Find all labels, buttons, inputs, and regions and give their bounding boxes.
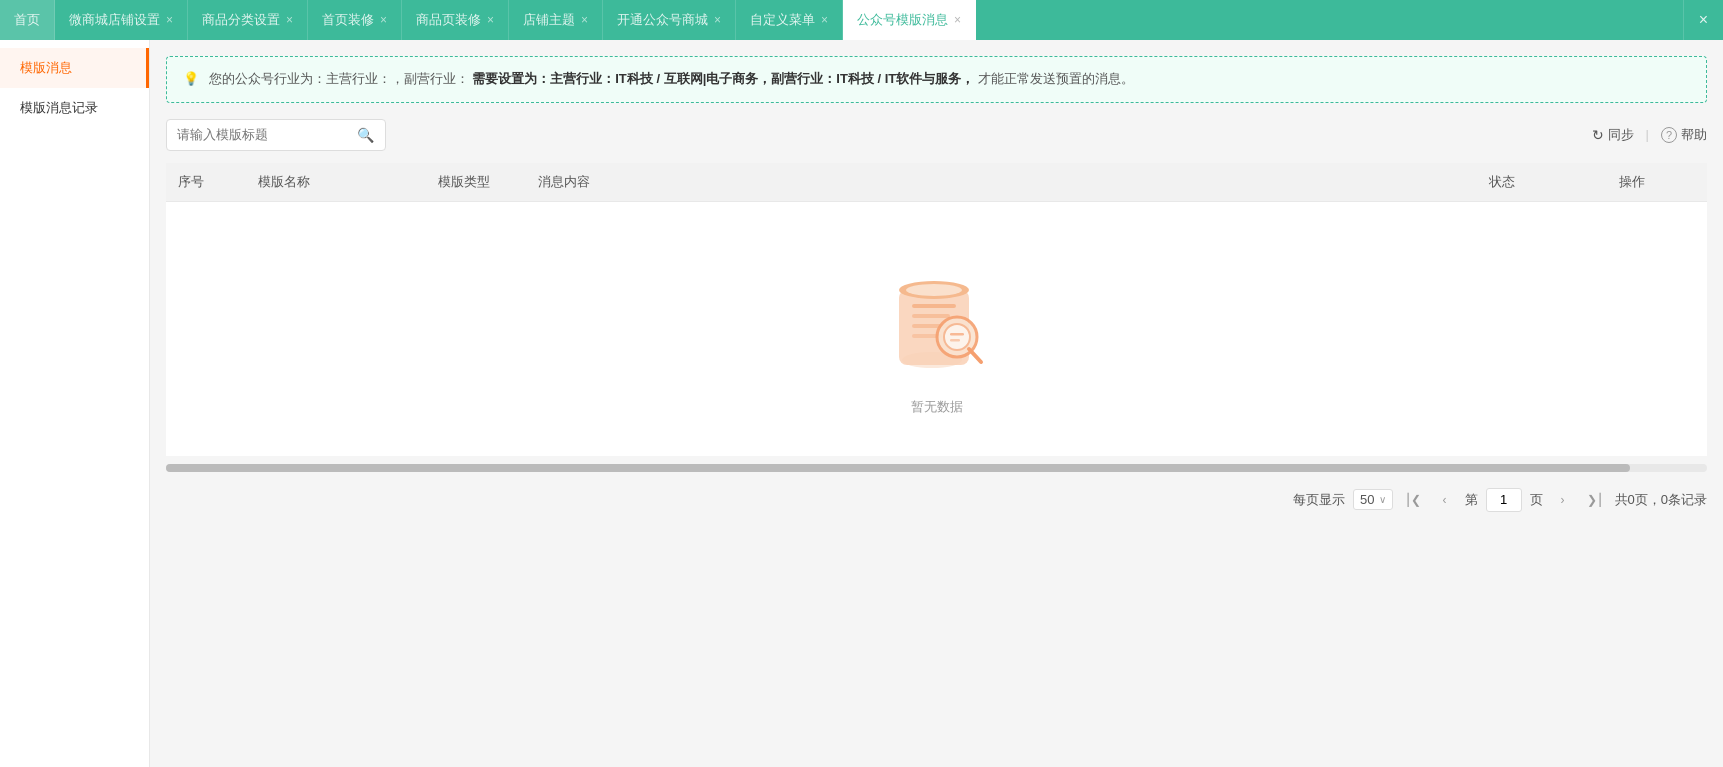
help-button[interactable]: ? 帮助: [1661, 126, 1707, 144]
sidebar: 模版消息 模版消息记录: [0, 40, 150, 767]
nav-tab-product-cat-label: 商品分类设置: [202, 11, 280, 29]
sync-icon: ↻: [1592, 127, 1604, 143]
svg-line-10: [969, 349, 981, 362]
last-page-button[interactable]: ❯⎮: [1583, 488, 1607, 512]
notice-suffix: 才能正常发送预置的消息。: [978, 71, 1134, 86]
svg-point-3: [906, 284, 962, 296]
toolbar: 🔍 ↻ 同步 | ? 帮助: [166, 119, 1707, 151]
nav-tab-open-mall[interactable]: 开通公众号商城 ×: [603, 0, 736, 40]
help-label: 帮助: [1681, 126, 1707, 144]
current-page-input[interactable]: [1486, 488, 1522, 512]
svg-rect-4: [912, 304, 956, 308]
svg-rect-11: [950, 333, 964, 336]
col-header-action: 操作: [1607, 163, 1707, 202]
nav-tab-custom-menu[interactable]: 自定义菜单 ×: [736, 0, 843, 40]
sync-button[interactable]: ↻ 同步: [1592, 126, 1634, 144]
nav-tab-template-msg-label: 公众号模版消息: [857, 11, 948, 29]
notice-highlight: 需要设置为：主营行业：IT科技 / 互联网|电子商务，副营行业：IT科技 / I…: [472, 71, 974, 86]
col-header-status: 状态: [1477, 163, 1607, 202]
nav-tab-home[interactable]: 首页: [0, 0, 55, 40]
toolbar-right: ↻ 同步 | ? 帮助: [1592, 126, 1707, 144]
sidebar-item-template-record-label: 模版消息记录: [20, 99, 98, 117]
close-open-mall-icon[interactable]: ×: [714, 13, 721, 27]
notice-banner: 💡 您的公众号行业为：主营行业：，副营行业： 需要设置为：主营行业：IT科技 /…: [166, 56, 1707, 103]
nav-tab-product-deco-label: 商品页装修: [416, 11, 481, 29]
notice-bulb-icon: 💡: [183, 71, 199, 86]
close-custom-menu-icon[interactable]: ×: [821, 13, 828, 27]
sidebar-item-template-msg[interactable]: 模版消息: [0, 48, 149, 88]
nav-tab-home-deco[interactable]: 首页装修 ×: [308, 0, 402, 40]
notice-prefix: 您的公众号行业为：主营行业：，副营行业：: [209, 71, 469, 86]
data-table: 序号 模版名称 模版类型 消息内容 状态 操作: [166, 163, 1707, 456]
scrollbar-thumb[interactable]: [166, 464, 1630, 472]
pagination: 每页显示 50 ∨ ⎮❮ ‹ 第 页 › ❯⎮ 共0页，0条记录: [166, 480, 1707, 520]
content-area: 💡 您的公众号行业为：主营行业：，副营行业： 需要设置为：主营行业：IT科技 /…: [150, 40, 1723, 767]
page-total: 共0页，0条记录: [1615, 491, 1707, 509]
nav-tab-home-deco-label: 首页装修: [322, 11, 374, 29]
close-template-msg-icon[interactable]: ×: [954, 13, 961, 27]
close-micro-shop-icon[interactable]: ×: [166, 13, 173, 27]
search-icon[interactable]: 🔍: [357, 127, 374, 143]
col-header-name: 模版名称: [246, 163, 426, 202]
nav-tab-micro-shop-label: 微商城店铺设置: [69, 11, 160, 29]
nav-tab-home-label: 首页: [14, 11, 40, 29]
svg-point-9: [944, 324, 970, 350]
nav-tab-open-mall-label: 开通公众号商城: [617, 11, 708, 29]
close-product-deco-icon[interactable]: ×: [487, 13, 494, 27]
first-page-button[interactable]: ⎮❮: [1401, 488, 1425, 512]
page-size-chevron-icon: ∨: [1379, 494, 1386, 505]
col-header-content: 消息内容: [526, 163, 1477, 202]
page-size-select[interactable]: 50 ∨: [1353, 489, 1392, 510]
svg-rect-12: [950, 339, 960, 342]
sync-label: 同步: [1608, 126, 1634, 144]
empty-text: 暂无数据: [911, 398, 963, 416]
nav-tab-shop-theme[interactable]: 店铺主题 ×: [509, 0, 603, 40]
svg-rect-5: [912, 314, 950, 318]
nav-tab-product-cat[interactable]: 商品分类设置 ×: [188, 0, 308, 40]
horizontal-scrollbar[interactable]: [166, 464, 1707, 472]
main-layout: 模版消息 模版消息记录 💡 您的公众号行业为：主营行业：，副营行业： 需要设置为…: [0, 40, 1723, 767]
prev-page-button[interactable]: ‹: [1433, 488, 1457, 512]
help-icon: ?: [1661, 127, 1677, 143]
nav-tab-template-msg[interactable]: 公众号模版消息 ×: [843, 0, 976, 40]
global-close-button[interactable]: ×: [1683, 0, 1723, 40]
close-shop-theme-icon[interactable]: ×: [581, 13, 588, 27]
col-header-seq: 序号: [166, 163, 246, 202]
empty-illustration: [877, 262, 997, 382]
page-size-value: 50: [1360, 492, 1374, 507]
toolbar-divider: |: [1646, 127, 1649, 142]
search-box[interactable]: 🔍: [166, 119, 386, 151]
close-home-deco-icon[interactable]: ×: [380, 13, 387, 27]
empty-state: 暂无数据: [166, 202, 1707, 456]
table-header-row: 序号 模版名称 模版类型 消息内容 状态 操作: [166, 163, 1707, 202]
nav-tab-shop-theme-label: 店铺主题: [523, 11, 575, 29]
search-input[interactable]: [177, 127, 357, 142]
page-size-label: 每页显示: [1293, 491, 1345, 509]
nav-tab-micro-shop[interactable]: 微商城店铺设置 ×: [55, 0, 188, 40]
sidebar-item-template-msg-label: 模版消息: [20, 59, 72, 77]
page-label-post: 页: [1530, 491, 1543, 509]
col-header-type: 模版类型: [426, 163, 526, 202]
close-product-cat-icon[interactable]: ×: [286, 13, 293, 27]
sidebar-item-template-record[interactable]: 模版消息记录: [0, 88, 149, 128]
top-nav: 首页 微商城店铺设置 × 商品分类设置 × 首页装修 × 商品页装修 × 店铺主…: [0, 0, 1723, 40]
next-page-button[interactable]: ›: [1551, 488, 1575, 512]
nav-tab-product-deco[interactable]: 商品页装修 ×: [402, 0, 509, 40]
nav-tab-custom-menu-label: 自定义菜单: [750, 11, 815, 29]
page-label-pre: 第: [1465, 491, 1478, 509]
